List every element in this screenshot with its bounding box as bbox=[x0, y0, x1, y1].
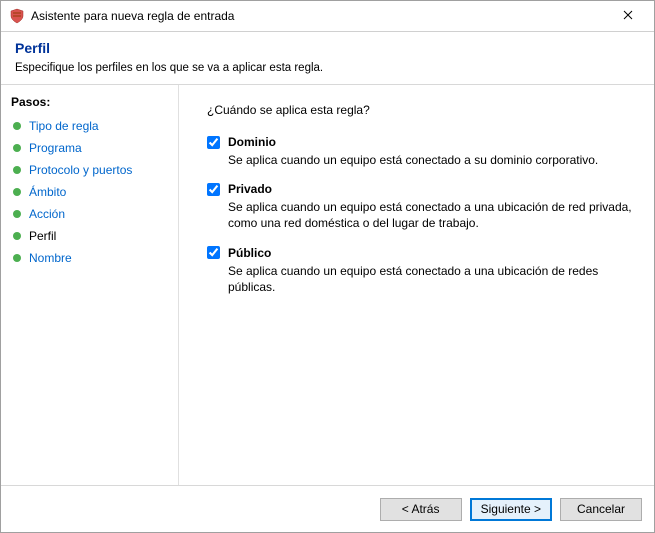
wizard-footer: < Atrás Siguiente > Cancelar bbox=[1, 485, 654, 532]
step-programa[interactable]: Programa bbox=[11, 137, 168, 159]
option-row: Dominio bbox=[207, 135, 632, 149]
checkbox-dominio[interactable] bbox=[207, 136, 220, 149]
option-label: Dominio bbox=[228, 135, 276, 149]
wizard-body: Pasos: Tipo de regla Programa Protocolo … bbox=[1, 85, 654, 485]
steps-sidebar: Pasos: Tipo de regla Programa Protocolo … bbox=[1, 85, 179, 485]
close-button[interactable] bbox=[606, 2, 650, 30]
step-bullet-icon bbox=[13, 144, 21, 152]
option-description: Se aplica cuando un equipo está conectad… bbox=[228, 152, 632, 168]
step-label: Acción bbox=[29, 207, 65, 221]
checkbox-privado[interactable] bbox=[207, 183, 220, 196]
step-label: Ámbito bbox=[29, 185, 66, 199]
steps-title: Pasos: bbox=[11, 95, 168, 109]
option-dominio: Dominio Se aplica cuando un equipo está … bbox=[207, 135, 632, 168]
next-button[interactable]: Siguiente > bbox=[470, 498, 552, 521]
option-label: Privado bbox=[228, 182, 272, 196]
option-label: Público bbox=[228, 246, 271, 260]
step-bullet-icon bbox=[13, 166, 21, 174]
option-row: Privado bbox=[207, 182, 632, 196]
checkbox-publico[interactable] bbox=[207, 246, 220, 259]
step-label: Protocolo y puertos bbox=[29, 163, 132, 177]
wizard-window: Asistente para nueva regla de entrada Pe… bbox=[0, 0, 655, 533]
step-label: Nombre bbox=[29, 251, 72, 265]
step-bullet-icon bbox=[13, 254, 21, 262]
step-bullet-icon bbox=[13, 232, 21, 240]
back-button[interactable]: < Atrás bbox=[380, 498, 462, 521]
wizard-content: ¿Cuándo se aplica esta regla? Dominio Se… bbox=[179, 85, 654, 485]
step-ambito[interactable]: Ámbito bbox=[11, 181, 168, 203]
step-bullet-icon bbox=[13, 210, 21, 218]
close-icon bbox=[623, 9, 633, 23]
titlebar: Asistente para nueva regla de entrada bbox=[1, 1, 654, 32]
window-title: Asistente para nueva regla de entrada bbox=[31, 9, 606, 23]
step-nombre[interactable]: Nombre bbox=[11, 247, 168, 269]
cancel-button[interactable]: Cancelar bbox=[560, 498, 642, 521]
step-bullet-icon bbox=[13, 122, 21, 130]
step-perfil[interactable]: Perfil bbox=[11, 225, 168, 247]
wizard-header: Perfil Especifique los perfiles en los q… bbox=[1, 32, 654, 84]
step-bullet-icon bbox=[13, 188, 21, 196]
content-question: ¿Cuándo se aplica esta regla? bbox=[207, 103, 632, 117]
page-title: Perfil bbox=[15, 40, 640, 56]
option-description: Se aplica cuando un equipo está conectad… bbox=[228, 199, 632, 231]
step-accion[interactable]: Acción bbox=[11, 203, 168, 225]
option-privado: Privado Se aplica cuando un equipo está … bbox=[207, 182, 632, 231]
step-label: Tipo de regla bbox=[29, 119, 99, 133]
firewall-icon bbox=[9, 8, 25, 24]
step-tipo-de-regla[interactable]: Tipo de regla bbox=[11, 115, 168, 137]
step-label: Perfil bbox=[29, 229, 56, 243]
option-publico: Público Se aplica cuando un equipo está … bbox=[207, 246, 632, 295]
step-label: Programa bbox=[29, 141, 82, 155]
step-protocolo-y-puertos[interactable]: Protocolo y puertos bbox=[11, 159, 168, 181]
page-subtitle: Especifique los perfiles en los que se v… bbox=[15, 62, 640, 74]
option-description: Se aplica cuando un equipo está conectad… bbox=[228, 263, 632, 295]
option-row: Público bbox=[207, 246, 632, 260]
